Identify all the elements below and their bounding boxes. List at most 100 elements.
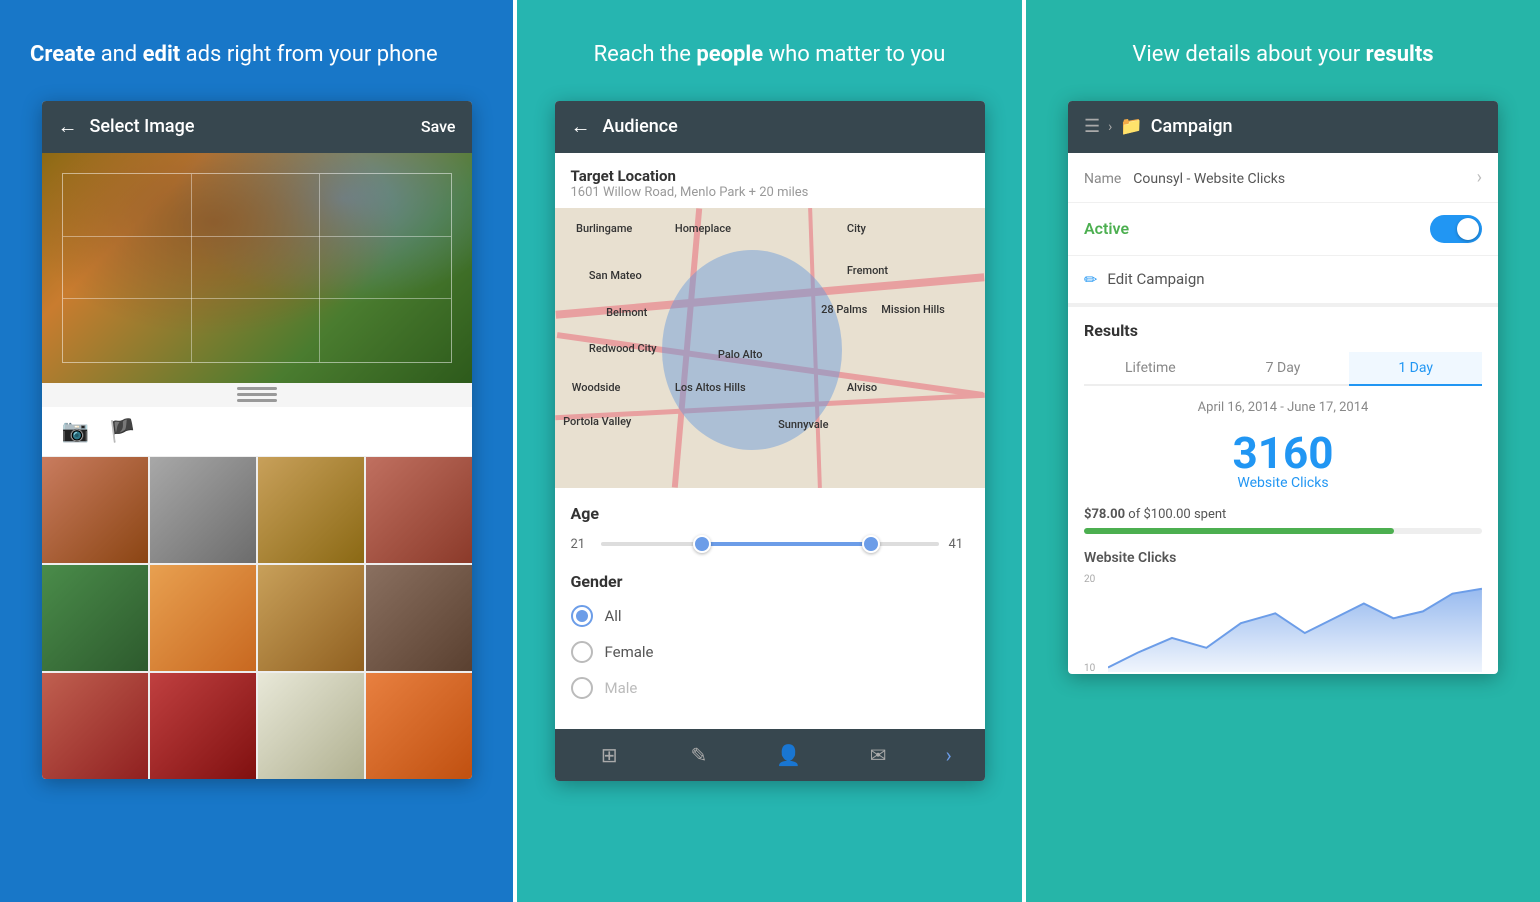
panel2-headline-bold: people: [696, 42, 763, 67]
list-item[interactable]: [150, 565, 256, 671]
gender-option-all[interactable]: All: [571, 605, 969, 627]
folder-icon: 📁: [1120, 116, 1142, 137]
map-label: Belmont: [606, 306, 647, 319]
age-min-value: 21: [571, 537, 591, 552]
gender-option-male[interactable]: Male: [571, 677, 969, 699]
phone-screen2: ← Audience Target Location 1601 Willow R…: [555, 101, 985, 781]
panel1-headline-bold2: edit: [143, 42, 181, 67]
age-slider-fill: [702, 542, 871, 546]
gender-all-label: All: [605, 607, 622, 625]
age-thumb-right[interactable]: [862, 535, 880, 553]
crop-line-v2: [319, 174, 320, 362]
chart-y-label-bottom: 10: [1084, 663, 1108, 674]
next-arrow-icon[interactable]: ›: [946, 743, 952, 767]
tab-7day[interactable]: 7 Day: [1217, 352, 1350, 386]
date-range: April 16, 2014 - June 17, 2014: [1084, 400, 1482, 415]
active-toggle[interactable]: [1430, 215, 1482, 243]
edit-nav-icon[interactable]: ✎: [677, 733, 721, 777]
mail-nav-icon[interactable]: ✉: [856, 733, 900, 777]
edit-campaign-label: Edit Campaign: [1107, 270, 1204, 288]
panel3-headline: View details about your results: [1056, 40, 1510, 71]
results-section: Results Lifetime 7 Day 1 Day April 16, 2…: [1068, 307, 1498, 491]
radio-all[interactable]: [571, 605, 593, 627]
screen1-title: Select Image: [90, 116, 195, 137]
panel1-headline: Create and edit ads right from your phon…: [30, 40, 483, 71]
crop-overlay: [62, 173, 452, 363]
active-row: Active: [1068, 203, 1498, 256]
camera-icon[interactable]: 📷: [62, 419, 89, 444]
person-nav-icon[interactable]: 👤: [766, 733, 810, 777]
screen3-header: ☰ › 📁 Campaign: [1068, 101, 1498, 153]
map-background: Burlingame Homeplace San Mateo Belmont R…: [555, 208, 985, 488]
map-label: Los Altos Hills: [675, 381, 746, 394]
radio-female[interactable]: [571, 641, 593, 663]
target-location-label: Target Location: [571, 167, 969, 185]
campaign-chevron-icon[interactable]: ›: [1477, 167, 1482, 188]
map-label: Redwood City: [589, 342, 657, 355]
gender-option-female[interactable]: Female: [571, 641, 969, 663]
budget-text: $78.00 of $100.00 spent: [1084, 507, 1482, 522]
map-label: Burlingame: [576, 222, 632, 235]
list-item[interactable]: [42, 673, 148, 779]
phone-screen3: ☰ › 📁 Campaign Name Counsyl - Website Cl…: [1068, 101, 1498, 674]
campaign-screen-title: Campaign: [1151, 116, 1233, 137]
audience-title: Audience: [603, 116, 678, 137]
map-label: Woodside: [572, 381, 621, 394]
map-label: City: [847, 222, 866, 235]
budget-total: $100.00: [1143, 507, 1190, 522]
map-target-info: Target Location 1601 Willow Road, Menlo …: [555, 153, 985, 208]
menu-icon[interactable]: ☰: [1084, 116, 1100, 137]
source-icons-row: 📷 🏴: [42, 407, 472, 457]
drag-handle[interactable]: [42, 383, 472, 407]
tab-lifetime[interactable]: Lifetime: [1084, 352, 1217, 386]
list-item[interactable]: [366, 565, 472, 671]
edit-campaign-row[interactable]: ✏ Edit Campaign: [1068, 256, 1498, 307]
list-item[interactable]: [366, 457, 472, 563]
list-item[interactable]: [150, 457, 256, 563]
back-arrow-icon[interactable]: ←: [58, 114, 78, 139]
budget-row: $78.00 of $100.00 spent: [1068, 507, 1498, 534]
toggle-knob: [1457, 218, 1479, 240]
tab-1day[interactable]: 1 Day: [1349, 352, 1482, 386]
list-item[interactable]: [42, 457, 148, 563]
gender-female-label: Female: [605, 643, 654, 661]
list-item[interactable]: [258, 565, 364, 671]
map-label: Sunnyvale: [778, 418, 828, 431]
list-item[interactable]: [42, 565, 148, 671]
budget-spent: $78.00: [1084, 507, 1125, 522]
grid-nav-icon[interactable]: ⊞: [587, 733, 631, 777]
list-item[interactable]: [258, 457, 364, 563]
map-area[interactable]: Burlingame Homeplace San Mateo Belmont R…: [555, 208, 985, 488]
website-clicks-chart: 20 10: [1084, 574, 1482, 674]
crop-line-v1: [191, 174, 192, 362]
crop-line-h2: [63, 298, 451, 299]
map-label: Homeplace: [675, 222, 731, 235]
campaign-name-row: Name Counsyl - Website Clicks ›: [1068, 153, 1498, 203]
phone-screen1: ← Select Image Save 📷 🏴: [42, 101, 472, 779]
gender-male-label: Male: [605, 679, 638, 697]
breadcrumb-chevron-icon: ›: [1108, 119, 1112, 135]
website-clicks-section: Website Clicks 20 10: [1068, 550, 1498, 674]
results-big-number-label: Website Clicks: [1084, 475, 1482, 491]
radio-all-inner: [576, 610, 588, 622]
photo-grid: [42, 457, 472, 779]
audience-back-arrow[interactable]: ←: [571, 114, 591, 139]
panel1: Create and edit ads right from your phon…: [0, 0, 513, 902]
map-label: Alviso: [847, 381, 877, 394]
target-location-value: 1601 Willow Road, Menlo Park + 20 miles: [571, 185, 969, 200]
results-tabs: Lifetime 7 Day 1 Day: [1084, 352, 1482, 386]
list-item[interactable]: [150, 673, 256, 779]
pencil-icon: ✏: [1084, 270, 1097, 289]
radio-male[interactable]: [571, 677, 593, 699]
chart-y-labels: 20 10: [1084, 574, 1108, 674]
age-slider-track[interactable]: [601, 542, 939, 546]
gallery-icon[interactable]: 🏴: [109, 419, 136, 444]
age-thumb-left[interactable]: [693, 535, 711, 553]
chart-svg: [1108, 574, 1482, 672]
list-item[interactable]: [258, 673, 364, 779]
panel3: View details about your results ☰ › 📁 Ca…: [1026, 0, 1540, 902]
website-clicks-chart-title: Website Clicks: [1084, 550, 1482, 566]
drag-lines-icon: [237, 393, 277, 396]
list-item[interactable]: [366, 673, 472, 779]
save-button[interactable]: Save: [421, 117, 456, 136]
